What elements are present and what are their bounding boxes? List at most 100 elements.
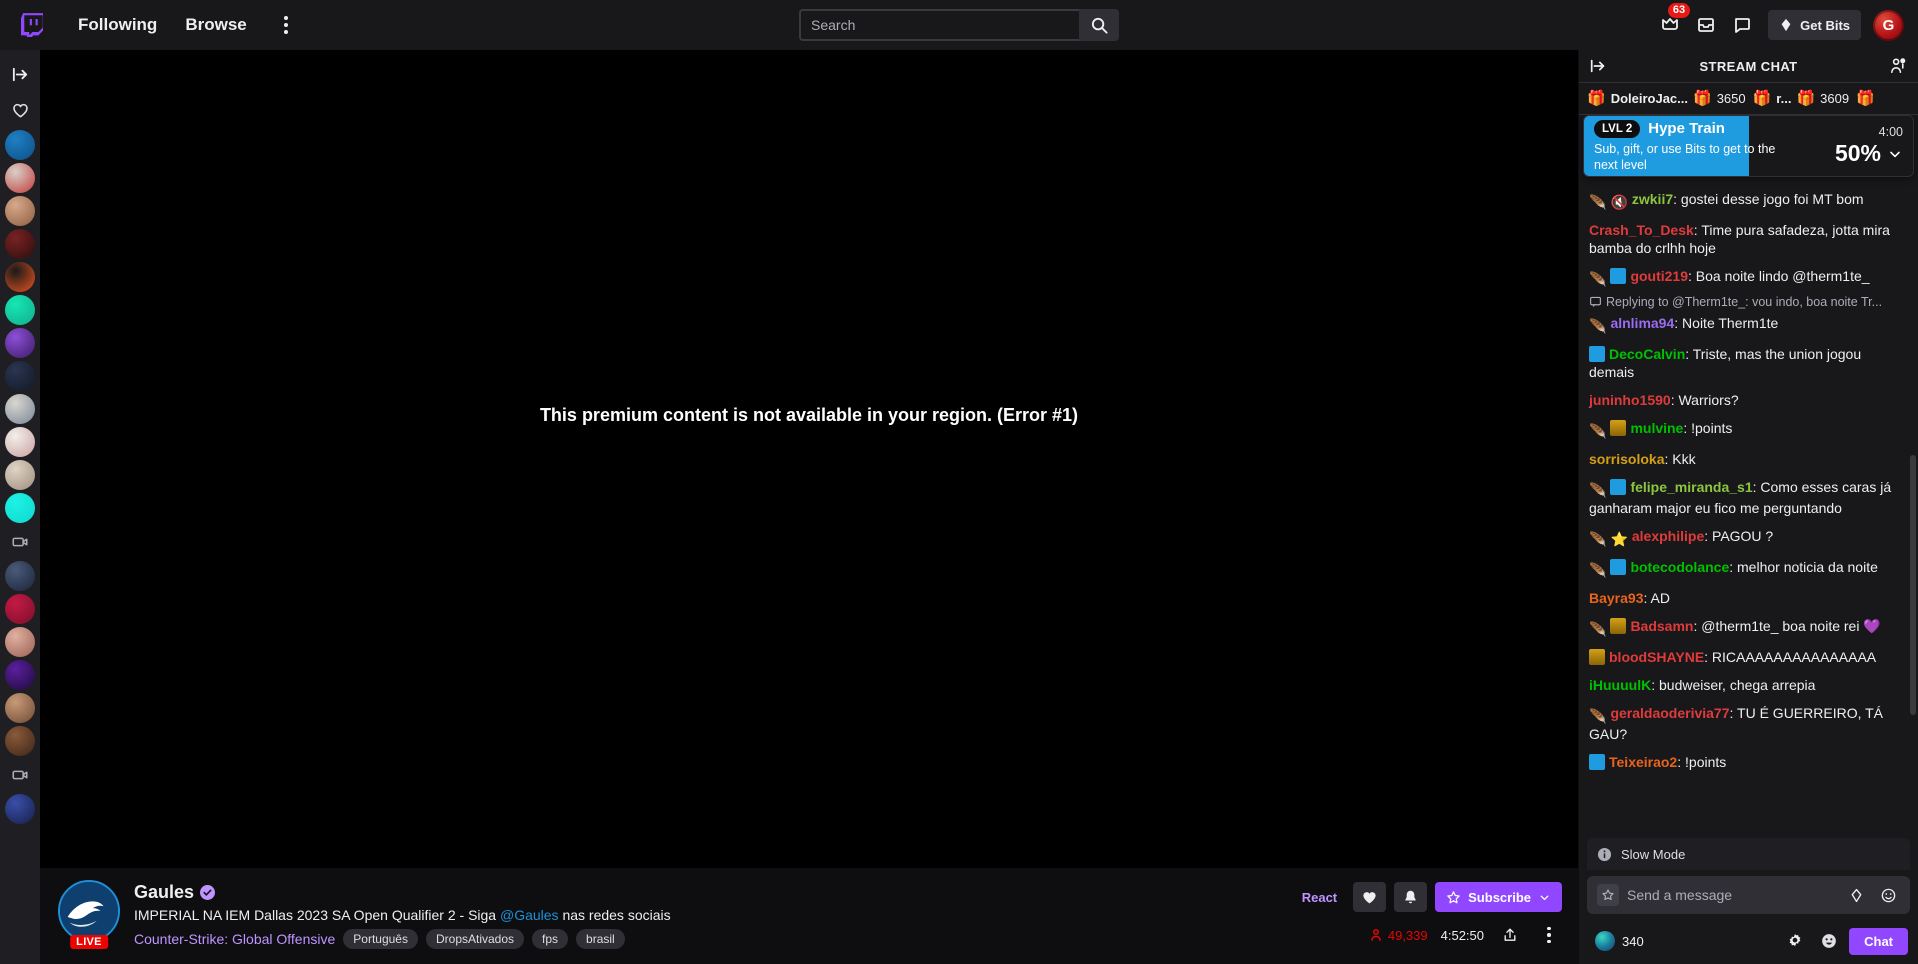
- chat-username[interactable]: zwkii7: [1632, 191, 1673, 207]
- gift-leader-item[interactable]: 🎁r...🎁3609: [1753, 91, 1849, 106]
- nav-link-following[interactable]: Following: [64, 9, 171, 41]
- sidebar-channel-channel-19[interactable]: [5, 794, 35, 824]
- inbox-icon[interactable]: [1690, 9, 1722, 41]
- gear-icon[interactable]: [1781, 927, 1809, 955]
- chat-username[interactable]: mulvine: [1630, 420, 1683, 436]
- emote-smiley-icon[interactable]: [1876, 883, 1900, 907]
- subscribe-button[interactable]: Subscribe: [1435, 882, 1562, 912]
- hype-train-banner[interactable]: LVL 2 Hype Train Sub, gift, or use Bits …: [1583, 115, 1914, 177]
- expand-sidebar-icon[interactable]: [4, 58, 36, 90]
- camera-icon[interactable]: [4, 526, 36, 558]
- channel-name[interactable]: Gaules: [134, 882, 194, 903]
- nav-link-browse[interactable]: Browse: [171, 9, 260, 41]
- user-avatar[interactable]: G: [1873, 10, 1904, 41]
- sidebar-channel-gaules[interactable]: [5, 130, 35, 160]
- video-player[interactable]: This premium content is not available in…: [40, 50, 1578, 868]
- chat-username[interactable]: sorrisoloka: [1589, 451, 1664, 467]
- gift-leaderboard-bar[interactable]: 🎁DoleiroJac...🎁3650 🎁r...🎁3609 🎁: [1579, 83, 1918, 115]
- get-bits-button[interactable]: Get Bits: [1768, 10, 1861, 40]
- sidebar-channel-channel-8[interactable]: [5, 361, 35, 391]
- sidebar-channel-channel-18[interactable]: [5, 726, 35, 756]
- sidebar-channel-channel-17[interactable]: [5, 693, 35, 723]
- chat-username[interactable]: DecoCalvin: [1609, 346, 1685, 362]
- sidebar-channel-channel-10[interactable]: [5, 427, 35, 457]
- prime-crown-icon[interactable]: 63: [1654, 9, 1686, 41]
- twitch-logo-icon[interactable]: [14, 7, 50, 43]
- notifications-bell-button[interactable]: [1394, 882, 1427, 912]
- smiley-icon[interactable]: [1815, 927, 1843, 955]
- community-users-icon[interactable]: [1889, 57, 1908, 76]
- channel-points-button[interactable]: 340: [1589, 927, 1650, 955]
- sidebar-channel-baiano[interactable]: [5, 229, 35, 259]
- chat-username[interactable]: gouti219: [1630, 268, 1688, 284]
- chat-username[interactable]: iHuuuulK: [1589, 677, 1651, 693]
- sidebar-channel-cellbit[interactable]: [5, 196, 35, 226]
- whispers-icon[interactable]: [1726, 9, 1758, 41]
- category-link[interactable]: Counter-Strike: Global Offensive: [134, 931, 335, 947]
- stream-tag[interactable]: brasil: [576, 929, 625, 949]
- sidebar-channel-channel-11[interactable]: [5, 460, 35, 490]
- chat-message[interactable]: juninho1590: Warriors?: [1579, 386, 1918, 414]
- sidebar-channel-channel-14[interactable]: [5, 594, 35, 624]
- sidebar-channel-channel-9[interactable]: [5, 394, 35, 424]
- chat-message[interactable]: 🪶botecodolance: melhor noticia da noite: [1579, 553, 1918, 584]
- chat-username[interactable]: felipe_miranda_s1: [1630, 479, 1752, 495]
- chat-username[interactable]: juninho1590: [1589, 392, 1671, 408]
- chat-username[interactable]: alexphilipe: [1632, 528, 1704, 544]
- chat-username[interactable]: alnlima94: [1610, 315, 1674, 331]
- chat-message[interactable]: Crash_To_Desk: Time pura safadeza, jotta…: [1579, 216, 1918, 262]
- chat-username[interactable]: Bayra93: [1589, 590, 1644, 606]
- stream-tag[interactable]: fps: [532, 929, 568, 949]
- chat-message[interactable]: 🪶⭐alexphilipe: PAGOU ?: [1579, 522, 1918, 553]
- stream-title-mention[interactable]: @Gaules: [500, 907, 559, 923]
- chat-message[interactable]: bloodSHAYNE: RICAAAAAAAAAAAAAAA: [1579, 643, 1918, 671]
- sidebar-channel-channel-16[interactable]: [5, 660, 35, 690]
- chat-input-box[interactable]: [1587, 876, 1910, 914]
- stream-tag[interactable]: Português: [343, 929, 418, 949]
- search-input[interactable]: [811, 17, 1069, 33]
- camera-icon-2[interactable]: [4, 759, 36, 791]
- stream-tag[interactable]: DropsAtivados: [426, 929, 524, 949]
- star-outline-icon[interactable]: [1597, 884, 1619, 906]
- chat-username[interactable]: Teixeirao2: [1609, 754, 1677, 770]
- sidebar-channel-channel-13[interactable]: [5, 561, 35, 591]
- sidebar-channel-purple-channel[interactable]: [5, 328, 35, 358]
- follow-heart-button[interactable]: [1353, 882, 1386, 912]
- chat-username[interactable]: botecodolance: [1630, 559, 1729, 575]
- chat-message-list[interactable]: LVL 2 Hype Train Sub, gift, or use Bits …: [1579, 115, 1918, 838]
- channel-avatar[interactable]: [58, 880, 120, 942]
- chat-message[interactable]: Teixeirao2: !points: [1579, 748, 1918, 776]
- gift-leader-item[interactable]: 🎁: [1856, 91, 1875, 106]
- react-button[interactable]: React: [1288, 885, 1345, 910]
- chat-message[interactable]: 🪶mulvine: !points: [1579, 414, 1918, 445]
- chat-message[interactable]: iHuuuulK: budweiser, chega arrepia: [1579, 671, 1918, 699]
- chat-message[interactable]: 🪶felipe_miranda_s1: Como esses caras já …: [1579, 473, 1918, 522]
- share-icon[interactable]: [1497, 922, 1523, 948]
- search-submit-button[interactable]: [1079, 9, 1119, 41]
- sidebar-channel-channel-12[interactable]: [5, 493, 35, 523]
- chat-username[interactable]: Badsamn: [1630, 618, 1693, 634]
- chat-username[interactable]: Crash_To_Desk: [1589, 222, 1694, 238]
- sidebar-channel-1g-esports[interactable]: [5, 262, 35, 292]
- more-options-icon[interactable]: [1536, 922, 1562, 948]
- chat-message[interactable]: sorrisoloka: Kkk: [1579, 445, 1918, 473]
- chat-message[interactable]: DecoCalvin: Triste, mas the union jogou …: [1579, 340, 1918, 386]
- chat-message[interactable]: 🪶alnlima94: Noite Therm1te: [1579, 309, 1918, 340]
- sidebar-channel-alanzoka[interactable]: [5, 163, 35, 193]
- chat-message[interactable]: 🪶🔇zwkii7: gostei desse jogo foi MT bom: [1579, 185, 1918, 216]
- bits-diamond-icon[interactable]: [1844, 883, 1868, 907]
- gift-leader-item[interactable]: 🎁DoleiroJac...🎁3650: [1587, 91, 1746, 106]
- chat-message[interactable]: 🪶gouti219: Boa noite lindo @therm1te_: [1579, 262, 1918, 293]
- more-vertical-icon[interactable]: [269, 8, 303, 42]
- channel-avatar-wrap[interactable]: LIVE: [58, 880, 120, 942]
- chat-message[interactable]: Bayra93: AD: [1579, 584, 1918, 612]
- collapse-chat-icon[interactable]: [1589, 57, 1607, 75]
- sidebar-channel-loud[interactable]: [5, 295, 35, 325]
- send-chat-button[interactable]: Chat: [1849, 928, 1908, 955]
- search-input-box[interactable]: [799, 9, 1079, 41]
- chat-message[interactable]: 🪶geraldaoderivia77: TU É GUERREIRO, TÁ G…: [1579, 699, 1918, 748]
- chat-message[interactable]: 🪶Badsamn: @therm1te_ boa noite rei 💜: [1579, 612, 1918, 643]
- chat-scrollbar[interactable]: [1910, 455, 1916, 715]
- chat-message-input[interactable]: [1627, 887, 1836, 903]
- sidebar-channel-channel-15[interactable]: [5, 627, 35, 657]
